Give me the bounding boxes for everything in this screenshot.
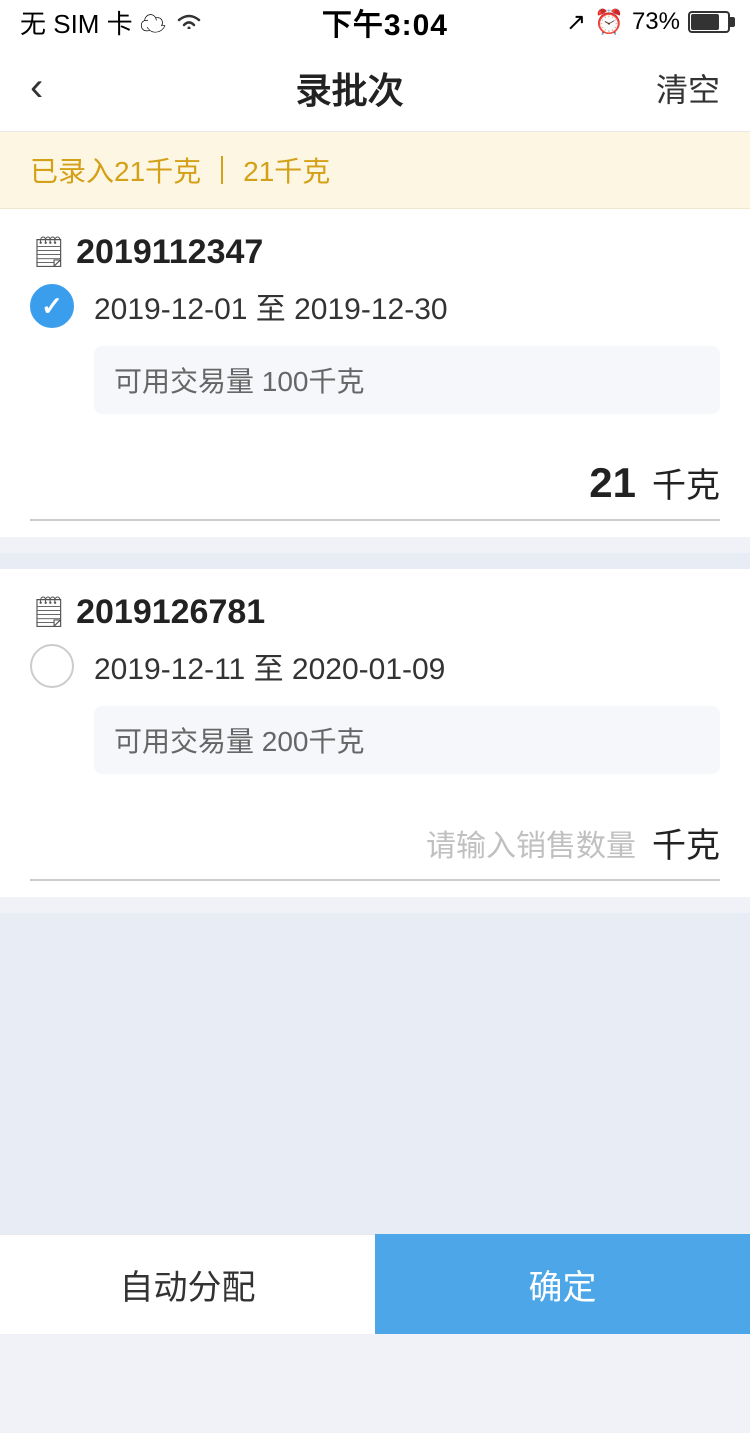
batch1-bottom-pad	[0, 521, 750, 537]
batch1-unit: 千克	[652, 458, 720, 507]
batch2-id-row: 🗒 2019126781	[30, 593, 720, 632]
batch2-id: 2019126781	[76, 593, 265, 632]
batch2-card-inner: 🗒 2019126781 2019-12-11 至 2020-01-09 可用交…	[0, 569, 750, 798]
batch1-qty-row: 21 千克	[0, 438, 750, 519]
back-button[interactable]: ‹	[30, 65, 43, 110]
batch2-bottom-pad	[0, 881, 750, 897]
page-title: 录批次	[296, 62, 404, 114]
batch2-available: 可用交易量 200千克	[94, 706, 720, 774]
status-right: ↗ ⏰ 73%	[566, 8, 730, 37]
batch2-input-row: 请输入销售数量 千克	[0, 798, 750, 879]
batch1-id-row: 🗒 2019112347	[30, 233, 720, 272]
location-icon: ↗	[566, 8, 586, 37]
batch2-icon: 🗒	[30, 595, 68, 630]
batch2-unit: 千克	[652, 818, 720, 867]
batch1-date: 2019-12-01 至 2019-12-30	[94, 284, 448, 328]
status-left: 无 SIM 卡 ☁	[20, 4, 204, 41]
info-banner: 已录入21千克 21千克	[0, 132, 750, 209]
batch2-date-row[interactable]: 2019-12-11 至 2020-01-09	[30, 644, 720, 688]
sim-label: 无 SIM 卡 ☁	[20, 4, 166, 41]
batch1-card: 🗒 2019112347 2019-12-01 至 2019-12-30 可用交…	[0, 209, 750, 537]
alarm-icon: ⏰	[594, 8, 624, 37]
auto-distribute-button[interactable]: 自动分配	[0, 1234, 375, 1334]
banner-divider	[221, 156, 223, 184]
batch2-card: 🗒 2019126781 2019-12-11 至 2020-01-09 可用交…	[0, 569, 750, 897]
status-time: 下午3:04	[322, 0, 448, 44]
bottom-bar: 自动分配 确定	[0, 1234, 750, 1334]
section-separator	[0, 553, 750, 569]
batch2-date: 2019-12-11 至 2020-01-09	[94, 644, 445, 688]
batch1-radio[interactable]	[30, 284, 74, 328]
batch1-id: 2019112347	[76, 233, 263, 272]
batch1-date-row[interactable]: 2019-12-01 至 2019-12-30	[30, 284, 720, 328]
battery-percent: 73%	[632, 8, 680, 36]
batch2-input-placeholder: 请输入销售数量	[426, 821, 636, 865]
recorded-amount: 已录入21千克	[30, 150, 201, 190]
status-bar: 无 SIM 卡 ☁ 下午3:04 ↗ ⏰ 73%	[0, 0, 750, 44]
batch2-radio[interactable]	[30, 644, 74, 688]
batch1-icon: 🗒	[30, 235, 68, 270]
batch1-card-inner: 🗒 2019112347 2019-12-01 至 2019-12-30 可用交…	[0, 209, 750, 438]
battery-icon	[688, 11, 730, 33]
batch1-quantity[interactable]: 21	[589, 459, 636, 507]
amount-value: 21千克	[243, 150, 330, 190]
nav-bar: ‹ 录批次 清空	[0, 44, 750, 132]
clear-button[interactable]: 清空	[656, 65, 720, 111]
wifi-icon	[174, 11, 204, 33]
confirm-button[interactable]: 确定	[375, 1234, 750, 1334]
batch1-available: 可用交易量 100千克	[94, 346, 720, 414]
